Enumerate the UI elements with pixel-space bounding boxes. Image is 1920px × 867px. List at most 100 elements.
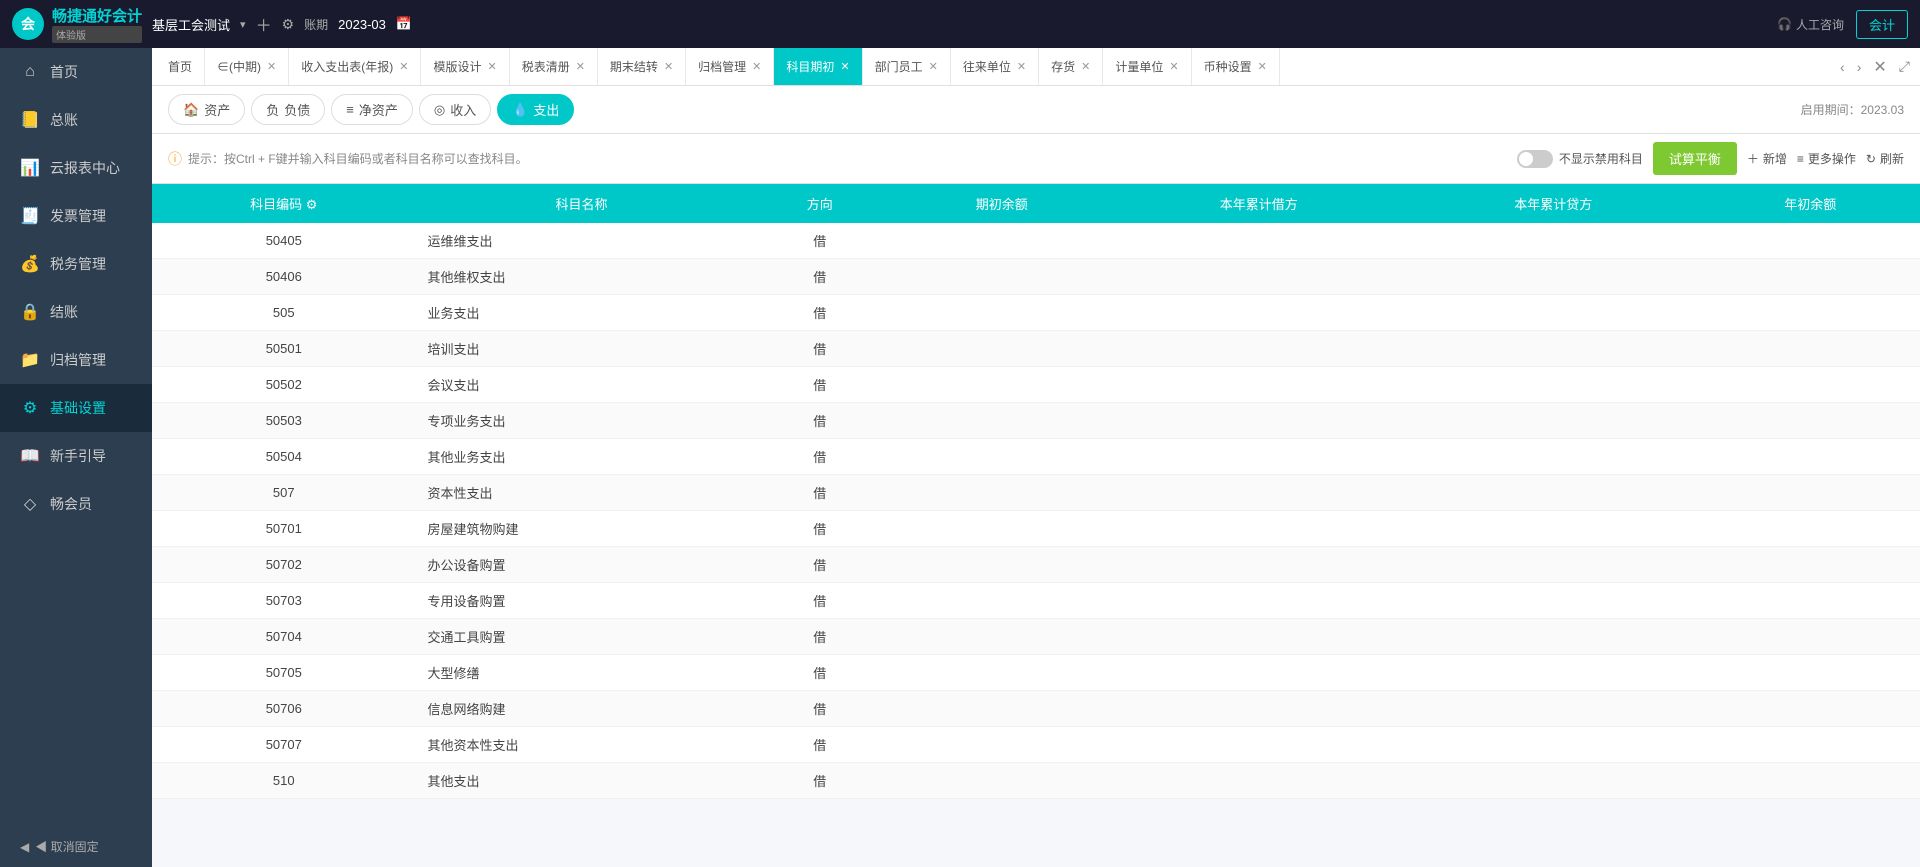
sub-tab-bar: 🏠 资产 负 负债 ≡ 净资产 ◎ 收入 💧 支出	[152, 86, 1920, 134]
table-row[interactable]: 50707 其他资本性支出 借	[152, 727, 1920, 763]
tab-subject-init[interactable]: 科目期初 ✕	[774, 48, 862, 86]
tab-currency-label: 币种设置	[1204, 58, 1252, 75]
cell-ytd-debit	[1111, 475, 1406, 511]
toolbar: ⓘ 提示：按Ctrl + F键并输入科目编码或者科目名称可以查找科目。 不显示禁…	[152, 134, 1920, 184]
tab-nav-prev[interactable]: ‹	[1834, 55, 1851, 79]
tab-dept[interactable]: 部门员工 ✕	[863, 48, 951, 86]
balance-button[interactable]: 试算平衡	[1653, 142, 1737, 175]
tab-template[interactable]: 模版设计 ✕	[421, 48, 509, 86]
tab-period-end-close[interactable]: ✕	[664, 60, 673, 73]
sidebar-item-ledger[interactable]: 📒 总账	[0, 96, 152, 144]
table-row[interactable]: 50502 会议支出 借	[152, 367, 1920, 403]
tab-tax[interactable]: 税表清册 ✕	[510, 48, 598, 86]
tab-period-end[interactable]: 期末结转 ✕	[598, 48, 686, 86]
tab-income-close[interactable]: ✕	[399, 60, 408, 73]
sub-tab-net-asset[interactable]: ≡ 净资产	[331, 94, 413, 125]
more-button[interactable]: ≡ 更多操作	[1797, 150, 1856, 167]
tab-units-close[interactable]: ✕	[1017, 60, 1026, 73]
add-icon: ＋	[1747, 150, 1759, 167]
refresh-label: 刷新	[1880, 150, 1904, 167]
tab-measure[interactable]: 计量单位 ✕	[1103, 48, 1191, 86]
sub-tab-liability[interactable]: 负 负债	[251, 94, 325, 125]
sidebar-item-invoice[interactable]: 🧾 发票管理	[0, 192, 152, 240]
tab-tax-close[interactable]: ✕	[576, 60, 585, 73]
sidebar-item-guide[interactable]: 📖 新手引导	[0, 432, 152, 480]
sub-tab-net-asset-label: 净资产	[359, 100, 398, 119]
table-row[interactable]: 50405 运维维支出 借	[152, 223, 1920, 259]
cell-ytd-credit	[1406, 475, 1701, 511]
toggle-disabled-subjects[interactable]: 不显示禁用科目	[1517, 150, 1643, 168]
sidebar-item-settings[interactable]: ⚙ 基础设置	[0, 384, 152, 432]
cell-ytd-debit	[1111, 583, 1406, 619]
sub-tab-expense-label: 支出	[533, 100, 559, 119]
logo-icon: 会	[12, 8, 44, 40]
tab-income[interactable]: 收入支出表(年报) ✕	[289, 48, 421, 86]
cell-ytd-debit	[1111, 331, 1406, 367]
tab-units[interactable]: 往来单位 ✕	[951, 48, 1039, 86]
tab-template-label: 模版设计	[433, 58, 481, 75]
refresh-button[interactable]: ↻ 刷新	[1866, 150, 1904, 167]
table-row[interactable]: 50706 信息网络购建 借	[152, 691, 1920, 727]
add-button[interactable]: ＋ 新增	[1747, 150, 1787, 167]
cell-name: 其他支出	[416, 763, 748, 799]
refresh-icon: ↻	[1866, 152, 1876, 166]
logo-area: 会 畅捷通好会计 体验版	[12, 5, 142, 43]
sidebar-item-close[interactable]: 🔒 结账	[0, 288, 152, 336]
sidebar-item-tax[interactable]: 💰 税务管理	[0, 240, 152, 288]
table-row[interactable]: 50704 交通工具购置 借	[152, 619, 1920, 655]
tab-stock-close[interactable]: ✕	[1081, 60, 1090, 73]
cell-ytd-debit	[1111, 295, 1406, 331]
tab-home[interactable]: 首页	[156, 48, 205, 86]
sidebar-item-archive[interactable]: 📁 归档管理	[0, 336, 152, 384]
tab-close-all-button[interactable]: ✕	[1867, 53, 1892, 81]
table-row[interactable]: 50503 专项业务支出 借	[152, 403, 1920, 439]
table-row[interactable]: 50701 房屋建筑物购建 借	[152, 511, 1920, 547]
tab-subject-init-close[interactable]: ✕	[840, 60, 849, 73]
table-row[interactable]: 505 业务支出 借	[152, 295, 1920, 331]
table-row[interactable]: 50702 办公设备购置 借	[152, 547, 1920, 583]
tab-bs[interactable]: ∈(中期) ✕	[205, 48, 289, 86]
add-project-button[interactable]: ＋	[256, 12, 272, 36]
sidebar-label-ledger: 总账	[50, 110, 78, 130]
cell-direction: 借	[748, 259, 892, 295]
toggle-switch-control[interactable]	[1517, 150, 1553, 168]
sidebar-item-home[interactable]: ⌂ 首页	[0, 48, 152, 96]
tab-measure-close[interactable]: ✕	[1169, 60, 1178, 73]
tab-measure-label: 计量单位	[1115, 58, 1163, 75]
tab-archive[interactable]: 归档管理 ✕	[686, 48, 774, 86]
help-label: 人工咨询	[1796, 16, 1844, 33]
sub-tab-asset[interactable]: 🏠 资产	[168, 94, 245, 125]
table-row[interactable]: 50705 大型修缮 借	[152, 655, 1920, 691]
cell-ytd-debit	[1111, 259, 1406, 295]
tab-dept-close[interactable]: ✕	[929, 60, 938, 73]
calendar-icon[interactable]: 📅	[396, 16, 412, 32]
tab-currency-close[interactable]: ✕	[1258, 60, 1267, 73]
sidebar-item-reports[interactable]: 📊 云报表中心	[0, 144, 152, 192]
tab-stock[interactable]: 存货 ✕	[1039, 48, 1103, 86]
tab-home-label: 首页	[168, 58, 192, 75]
table-row[interactable]: 50406 其他维权支出 借	[152, 259, 1920, 295]
table-row[interactable]: 50501 培训支出 借	[152, 331, 1920, 367]
col-code-settings-icon[interactable]: ⚙	[306, 197, 318, 212]
project-dropdown-icon[interactable]: ▾	[240, 18, 246, 31]
table-row[interactable]: 507 资本性支出 借	[152, 475, 1920, 511]
sub-tab-income-tab[interactable]: ◎ 收入	[419, 94, 491, 125]
help-button[interactable]: 🎧 人工咨询	[1777, 16, 1844, 33]
cell-opening	[892, 259, 1111, 295]
close-ledger-icon: 🔒	[20, 302, 40, 322]
table-row[interactable]: 50504 其他业务支出 借	[152, 439, 1920, 475]
tab-nav-next[interactable]: ›	[1851, 55, 1868, 79]
sidebar-item-member[interactable]: ◇ 畅会员	[0, 480, 152, 528]
account-button[interactable]: 会计	[1856, 10, 1908, 39]
tab-expand-button[interactable]: ⤢	[1893, 54, 1916, 79]
sidebar-collapse-button[interactable]: ◀ ◀ 取消固定	[0, 826, 152, 867]
tab-template-close[interactable]: ✕	[487, 60, 496, 73]
sub-tab-expense[interactable]: 💧 支出	[497, 94, 574, 125]
settings-icon-top[interactable]: ⚙	[282, 16, 295, 33]
cell-ytd-debit	[1111, 727, 1406, 763]
table-row[interactable]: 510 其他支出 借	[152, 763, 1920, 799]
table-row[interactable]: 50703 专用设备购置 借	[152, 583, 1920, 619]
tab-archive-close[interactable]: ✕	[752, 60, 761, 73]
tab-currency[interactable]: 币种设置 ✕	[1192, 48, 1280, 86]
tab-bs-close[interactable]: ✕	[267, 60, 276, 73]
